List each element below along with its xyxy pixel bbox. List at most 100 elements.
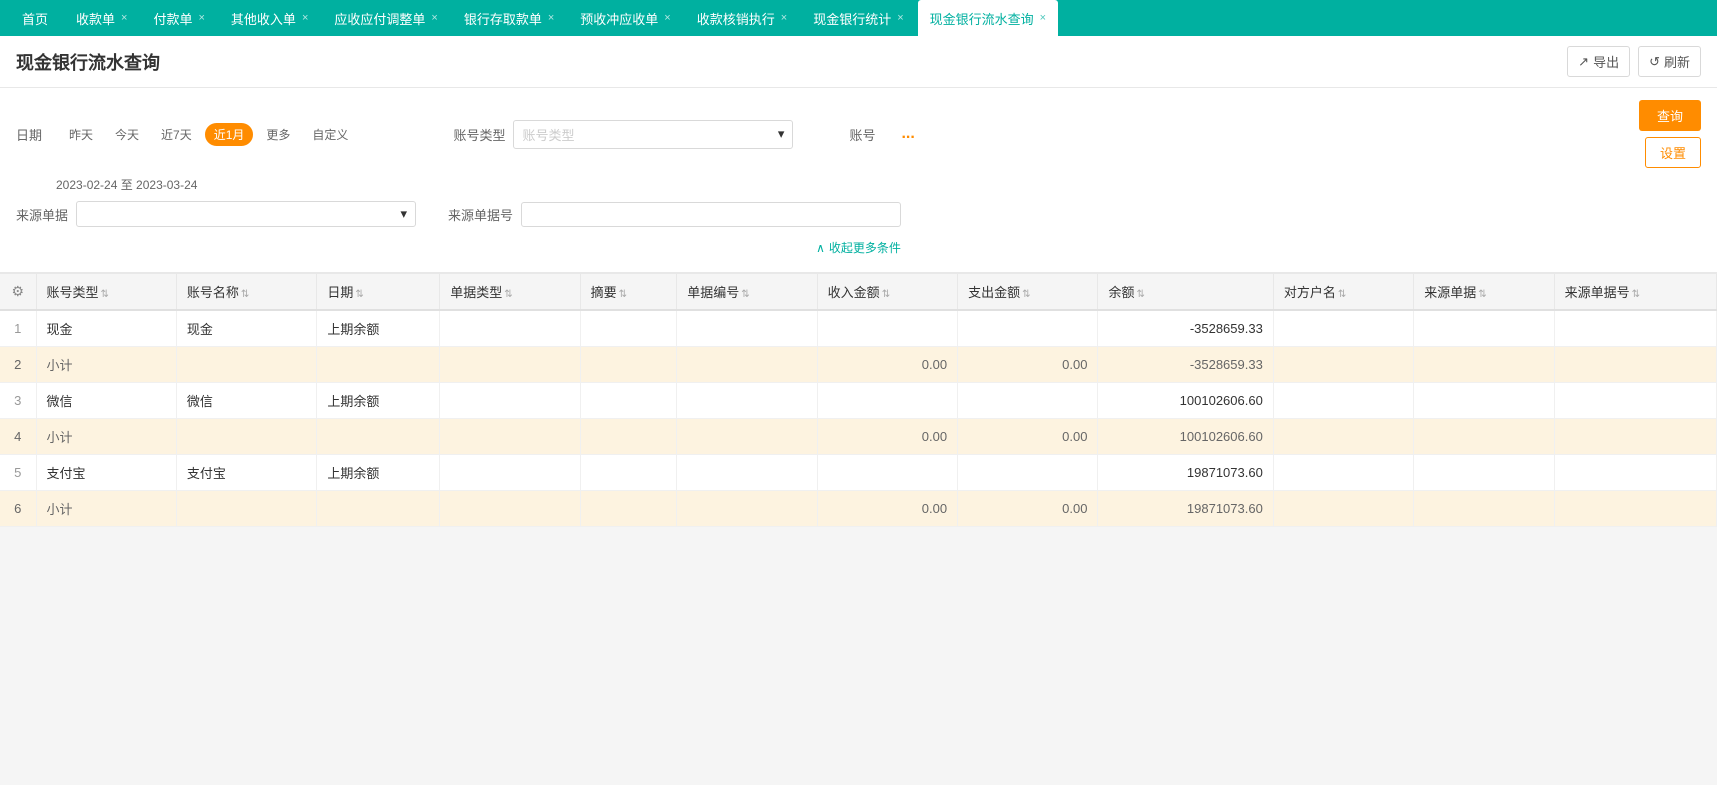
- date-option-btn[interactable]: 近7天: [152, 123, 201, 146]
- tab-label: 收款核销执行: [697, 9, 775, 28]
- cell-account_type: 现金: [36, 310, 176, 347]
- col-header-source_bill_no[interactable]: 来源单据号⇅: [1554, 274, 1716, 311]
- row-number: 3: [0, 383, 36, 419]
- cell-source_bill: [1414, 310, 1554, 347]
- col-header-account_name[interactable]: 账号名称⇅: [176, 274, 316, 311]
- close-icon[interactable]: ×: [548, 12, 554, 24]
- col-header-summary[interactable]: 摘要⇅: [580, 274, 677, 311]
- cell-income: [817, 455, 957, 491]
- nav-tab[interactable]: 收款核销执行 ×: [685, 0, 799, 36]
- cell-summary: [580, 419, 677, 455]
- col-header-bill_type[interactable]: 单据类型⇅: [440, 274, 580, 311]
- cell-expense: [958, 310, 1098, 347]
- col-header-income[interactable]: 收入金额⇅: [817, 274, 957, 311]
- date-option-btn[interactable]: 今天: [106, 123, 148, 146]
- date-label: 日期: [16, 125, 52, 144]
- close-icon[interactable]: ×: [664, 12, 670, 24]
- nav-tab[interactable]: 其他收入单×: [219, 0, 320, 36]
- date-option-btn[interactable]: 近1月: [205, 123, 254, 146]
- cell-account_name: [176, 347, 316, 383]
- account-group: 账号 ...: [849, 121, 922, 147]
- source-bill-no-label: 来源单据号: [448, 205, 513, 224]
- cell-summary: [580, 383, 677, 419]
- col-header-account_type[interactable]: 账号类型⇅: [36, 274, 176, 311]
- filter-row-1: 日期 昨天今天近7天近1月更多自定义 账号类型 账号类型 ▾ 账号 ... 查询…: [16, 100, 1701, 168]
- cell-income: 0.00: [817, 419, 957, 455]
- date-options: 昨天今天近7天近1月更多自定义: [60, 123, 357, 146]
- close-icon[interactable]: ×: [781, 12, 787, 24]
- table-container: ⚙ 账号类型⇅账号名称⇅日期⇅单据类型⇅摘要⇅单据编号⇅收入金额⇅支出金额⇅余额⇅…: [0, 273, 1717, 527]
- nav-tab[interactable]: 应收应付调整单×: [322, 0, 449, 36]
- date-option-btn[interactable]: 昨天: [60, 123, 102, 146]
- chevron-down-icon: ▾: [778, 126, 785, 142]
- cell-account_name: 现金: [176, 310, 316, 347]
- export-label: 导出: [1593, 52, 1619, 71]
- cell-bill_no: [677, 419, 817, 455]
- cell-income: 0.00: [817, 491, 957, 527]
- cell-expense: [958, 383, 1098, 419]
- cell-account_name: [176, 491, 316, 527]
- date-option-btn[interactable]: 自定义: [303, 123, 357, 146]
- nav-tab[interactable]: 付款单×: [141, 0, 216, 36]
- cell-source_bill_no: [1554, 491, 1716, 527]
- query-button[interactable]: 查询: [1639, 100, 1701, 131]
- tab-label: 银行存取款单: [464, 9, 542, 28]
- cell-bill_no: [677, 383, 817, 419]
- source-bill-no-input[interactable]: [521, 202, 901, 227]
- gear-icon[interactable]: ⚙: [11, 283, 24, 299]
- cell-expense: [958, 455, 1098, 491]
- nav-tab[interactable]: 收款单×: [64, 0, 139, 36]
- cell-balance: 100102606.60: [1098, 383, 1273, 419]
- cell-account_type: 小计: [36, 491, 176, 527]
- close-icon[interactable]: ×: [1040, 12, 1046, 24]
- sort-icon: ⇅: [741, 289, 749, 300]
- cell-date: [317, 347, 440, 383]
- col-header-balance[interactable]: 余额⇅: [1098, 274, 1273, 311]
- cell-account_type: 微信: [36, 383, 176, 419]
- setting-button[interactable]: 设置: [1645, 137, 1701, 168]
- col-header-bill_no[interactable]: 单据编号⇅: [677, 274, 817, 311]
- close-icon[interactable]: ×: [302, 12, 308, 24]
- col-header-source_bill[interactable]: 来源单据⇅: [1414, 274, 1554, 311]
- cell-balance: -3528659.33: [1098, 310, 1273, 347]
- cell-account_type: 小计: [36, 347, 176, 383]
- date-filter-group: 日期 昨天今天近7天近1月更多自定义: [16, 123, 357, 146]
- col-header-expense[interactable]: 支出金额⇅: [958, 274, 1098, 311]
- nav-tab[interactable]: 现金银行统计×: [801, 0, 915, 36]
- sort-icon: ⇅: [1137, 289, 1145, 300]
- dots-button[interactable]: ...: [893, 121, 922, 147]
- collapse-bar[interactable]: ∧ 收起更多条件: [16, 235, 1701, 260]
- nav-tab[interactable]: 现金银行流水查询×: [918, 0, 1058, 36]
- col-header-date[interactable]: 日期⇅: [317, 274, 440, 311]
- cell-source_bill_no: [1554, 419, 1716, 455]
- cell-bill_type: [440, 491, 580, 527]
- source-bill-select[interactable]: ▾: [76, 201, 416, 227]
- account-type-select[interactable]: 账号类型 ▾: [513, 120, 793, 149]
- date-option-btn[interactable]: 更多: [257, 123, 299, 146]
- sort-icon: ⇅: [1022, 289, 1030, 300]
- col-header-counterpart[interactable]: 对方户名⇅: [1273, 274, 1413, 311]
- cell-counterpart: [1273, 383, 1413, 419]
- table-row: 5支付宝支付宝上期余额19871073.60: [0, 455, 1717, 491]
- cell-bill_type: [440, 347, 580, 383]
- cell-date: [317, 419, 440, 455]
- sort-icon: ⇅: [1478, 289, 1486, 300]
- account-type-label: 账号类型: [453, 125, 505, 144]
- col-header-gear: ⚙: [0, 274, 36, 311]
- nav-tab[interactable]: 银行存取款单 ×: [452, 0, 566, 36]
- source-bill-label: 来源单据: [16, 205, 68, 224]
- cell-income: [817, 310, 957, 347]
- page-header: 现金银行流水查询 ↗ 导出 ↺ 刷新: [0, 36, 1717, 88]
- close-icon[interactable]: ×: [431, 12, 437, 24]
- export-button[interactable]: ↗ 导出: [1567, 46, 1630, 77]
- close-icon[interactable]: ×: [198, 12, 204, 24]
- refresh-button[interactable]: ↺ 刷新: [1638, 46, 1701, 77]
- close-icon[interactable]: ×: [121, 12, 127, 24]
- nav-home[interactable]: 首页: [8, 0, 62, 36]
- row-number: 1: [0, 310, 36, 347]
- refresh-label: 刷新: [1664, 52, 1690, 71]
- cell-source_bill_no: [1554, 455, 1716, 491]
- cell-source_bill: [1414, 491, 1554, 527]
- close-icon[interactable]: ×: [897, 12, 903, 24]
- nav-tab[interactable]: 预收冲应收单×: [568, 0, 682, 36]
